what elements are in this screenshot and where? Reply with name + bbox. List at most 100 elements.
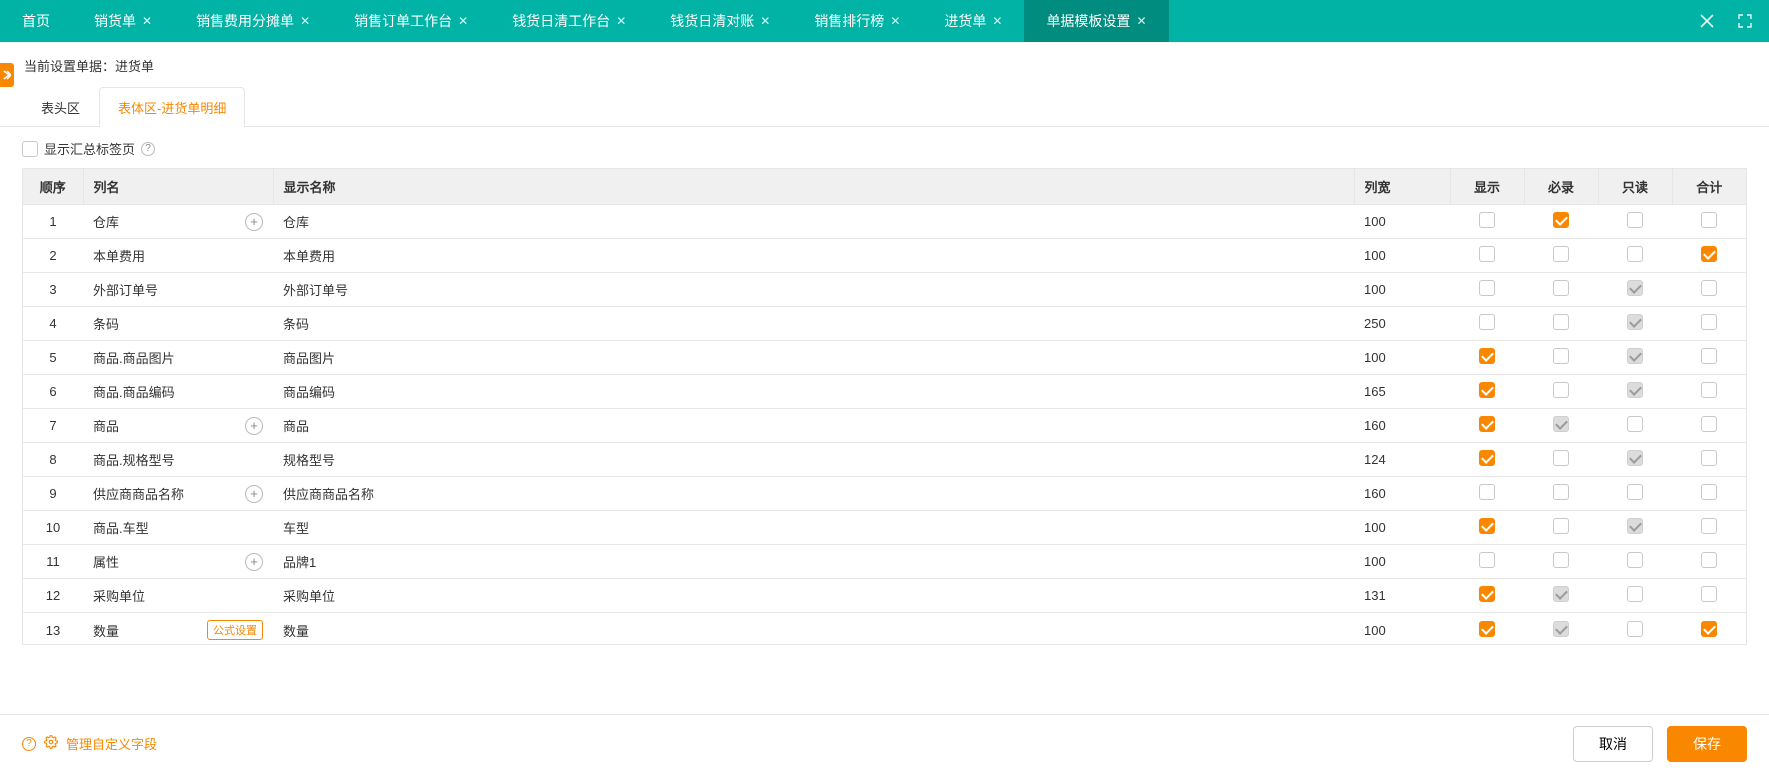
- checkbox-total[interactable]: [1701, 416, 1717, 432]
- top-tab-7[interactable]: 进货单✕: [922, 0, 1024, 42]
- checkbox-readonly[interactable]: [1627, 621, 1643, 637]
- checkbox-show[interactable]: [1479, 280, 1495, 296]
- top-tab-4[interactable]: 钱货日清工作台✕: [490, 0, 648, 42]
- cell-width[interactable]: 160: [1354, 409, 1450, 443]
- add-subcolumn-icon[interactable]: +: [245, 485, 263, 503]
- cell-display-name[interactable]: 本单费用: [273, 239, 1354, 273]
- cell-width[interactable]: 100: [1354, 511, 1450, 545]
- inner-tab-0[interactable]: 表头区: [22, 87, 99, 127]
- table-row[interactable]: 6商品.商品编码商品编码165: [23, 375, 1746, 409]
- table-row[interactable]: 9供应商商品名称+供应商商品名称160: [23, 477, 1746, 511]
- checkbox-required[interactable]: [1553, 450, 1569, 466]
- show-summary-help-icon[interactable]: ?: [141, 142, 155, 156]
- top-tab-8[interactable]: 单据模板设置✕: [1024, 0, 1168, 42]
- table-row[interactable]: 8商品.规格型号规格型号124: [23, 443, 1746, 477]
- cell-width[interactable]: 100: [1354, 205, 1450, 239]
- footer-help-icon[interactable]: ?: [22, 737, 36, 751]
- close-all-tabs-icon[interactable]: [1697, 11, 1717, 31]
- checkbox-total[interactable]: [1701, 621, 1717, 637]
- checkbox-required[interactable]: [1553, 484, 1569, 500]
- checkbox-readonly[interactable]: [1627, 586, 1643, 602]
- checkbox-total[interactable]: [1701, 552, 1717, 568]
- close-icon[interactable]: ✕: [760, 14, 770, 28]
- cell-display-name[interactable]: 商品: [273, 409, 1354, 443]
- checkbox-show[interactable]: [1479, 518, 1495, 534]
- checkbox-total[interactable]: [1701, 586, 1717, 602]
- manage-custom-fields-link[interactable]: 管理自定义字段: [66, 734, 157, 753]
- table-row[interactable]: 13数量公式设置数量100: [23, 613, 1746, 645]
- checkbox-show[interactable]: [1479, 212, 1495, 228]
- top-tab-5[interactable]: 钱货日清对账✕: [648, 0, 792, 42]
- table-row[interactable]: 2本单费用本单费用100: [23, 239, 1746, 273]
- checkbox-total[interactable]: [1701, 246, 1717, 262]
- checkbox-required[interactable]: [1553, 552, 1569, 568]
- cell-display-name[interactable]: 商品图片: [273, 341, 1354, 375]
- table-row[interactable]: 5商品.商品图片商品图片100: [23, 341, 1746, 375]
- save-button[interactable]: 保存: [1667, 726, 1747, 762]
- cell-display-name[interactable]: 供应商商品名称: [273, 477, 1354, 511]
- cell-width[interactable]: 124: [1354, 443, 1450, 477]
- close-icon[interactable]: ✕: [142, 14, 152, 28]
- cell-display-name[interactable]: 仓库: [273, 205, 1354, 239]
- fullscreen-icon[interactable]: [1735, 11, 1755, 31]
- checkbox-total[interactable]: [1701, 518, 1717, 534]
- close-icon[interactable]: ✕: [300, 14, 310, 28]
- columns-table-scroll[interactable]: 顺序 列名 显示名称 列宽 显示 必录 只读 合计 1仓库+仓库1002本单费用…: [23, 169, 1746, 644]
- checkbox-total[interactable]: [1701, 484, 1717, 500]
- checkbox-readonly[interactable]: [1627, 552, 1643, 568]
- cell-width[interactable]: 250: [1354, 307, 1450, 341]
- table-row[interactable]: 3外部订单号外部订单号100: [23, 273, 1746, 307]
- top-tab-0[interactable]: 首页: [0, 0, 72, 42]
- checkbox-readonly[interactable]: [1627, 246, 1643, 262]
- cancel-button[interactable]: 取消: [1573, 726, 1653, 762]
- table-row[interactable]: 1仓库+仓库100: [23, 205, 1746, 239]
- cell-display-name[interactable]: 数量: [273, 613, 1354, 645]
- checkbox-total[interactable]: [1701, 212, 1717, 228]
- table-row[interactable]: 4条码条码250: [23, 307, 1746, 341]
- formula-settings-button[interactable]: 公式设置: [207, 620, 263, 640]
- checkbox-show[interactable]: [1479, 416, 1495, 432]
- checkbox-show[interactable]: [1479, 484, 1495, 500]
- cell-display-name[interactable]: 品牌1: [273, 545, 1354, 579]
- add-subcolumn-icon[interactable]: +: [245, 417, 263, 435]
- cell-display-name[interactable]: 采购单位: [273, 579, 1354, 613]
- checkbox-show[interactable]: [1479, 621, 1495, 637]
- table-row[interactable]: 7商品+商品160: [23, 409, 1746, 443]
- cell-display-name[interactable]: 外部订单号: [273, 273, 1354, 307]
- checkbox-required[interactable]: [1553, 314, 1569, 330]
- close-icon[interactable]: ✕: [1136, 14, 1146, 28]
- close-icon[interactable]: ✕: [890, 14, 900, 28]
- checkbox-required[interactable]: [1553, 518, 1569, 534]
- table-row[interactable]: 12采购单位采购单位131: [23, 579, 1746, 613]
- cell-width[interactable]: 100: [1354, 341, 1450, 375]
- checkbox-readonly[interactable]: [1627, 416, 1643, 432]
- add-subcolumn-icon[interactable]: +: [245, 213, 263, 231]
- cell-display-name[interactable]: 商品编码: [273, 375, 1354, 409]
- checkbox-show[interactable]: [1479, 246, 1495, 262]
- cell-width[interactable]: 100: [1354, 613, 1450, 645]
- cell-display-name[interactable]: 车型: [273, 511, 1354, 545]
- checkbox-total[interactable]: [1701, 450, 1717, 466]
- table-row[interactable]: 10商品.车型车型100: [23, 511, 1746, 545]
- top-tab-2[interactable]: 销售费用分摊单✕: [174, 0, 332, 42]
- top-tab-6[interactable]: 销售排行榜✕: [792, 0, 922, 42]
- cell-width[interactable]: 131: [1354, 579, 1450, 613]
- inner-tab-1[interactable]: 表体区-进货单明细: [99, 87, 245, 127]
- checkbox-required[interactable]: [1553, 348, 1569, 364]
- cell-width[interactable]: 100: [1354, 545, 1450, 579]
- close-icon[interactable]: ✕: [616, 14, 626, 28]
- checkbox-required[interactable]: [1553, 382, 1569, 398]
- checkbox-required[interactable]: [1553, 246, 1569, 262]
- cell-width[interactable]: 160: [1354, 477, 1450, 511]
- cell-width[interactable]: 100: [1354, 239, 1450, 273]
- checkbox-total[interactable]: [1701, 314, 1717, 330]
- checkbox-total[interactable]: [1701, 382, 1717, 398]
- checkbox-show[interactable]: [1479, 382, 1495, 398]
- checkbox-show[interactable]: [1479, 348, 1495, 364]
- show-summary-checkbox[interactable]: [22, 141, 38, 157]
- cell-display-name[interactable]: 条码: [273, 307, 1354, 341]
- top-tab-1[interactable]: 销货单✕: [72, 0, 174, 42]
- checkbox-readonly[interactable]: [1627, 484, 1643, 500]
- cell-display-name[interactable]: 规格型号: [273, 443, 1354, 477]
- top-tab-3[interactable]: 销售订单工作台✕: [332, 0, 490, 42]
